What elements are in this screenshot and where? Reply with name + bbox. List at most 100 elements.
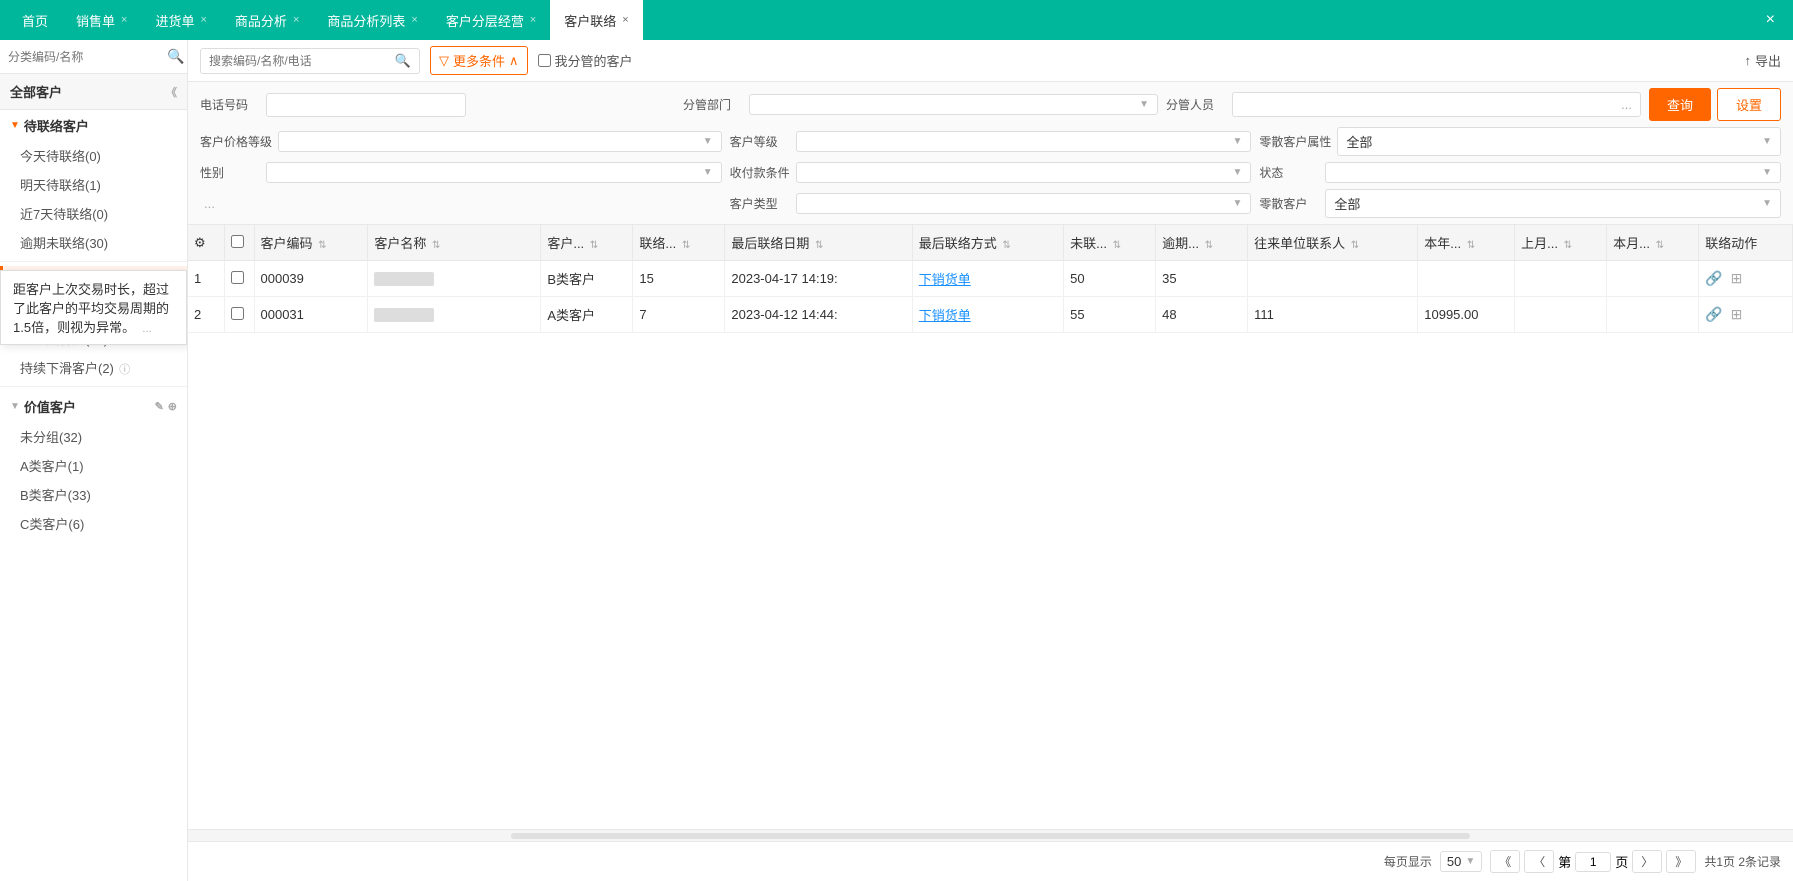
sidebar-item-declining[interactable]: 持续下滑客户(2) ⓘ	[0, 353, 187, 382]
row2-grid-icon[interactable]: ⊞	[1731, 306, 1743, 323]
retail-customer-select[interactable]: 全部 ▼	[1325, 189, 1781, 218]
branch-person-select[interactable]: ...	[1232, 92, 1641, 117]
branch-dept-field: 分管部门 ▼	[683, 94, 1158, 115]
row2-last-method[interactable]: 下销货单	[912, 297, 1063, 333]
contact-sort-icon[interactable]: ⇅	[682, 240, 690, 251]
sidebar-group-value[interactable]: ▼ 价值客户 ✎ ⊕	[0, 391, 187, 422]
th-overdue: 逾期... ⇅	[1156, 225, 1248, 261]
row1-link-icon[interactable]: 🔗	[1705, 270, 1722, 287]
ctype-sort-icon[interactable]: ⇅	[590, 240, 598, 251]
edit-group-icon[interactable]: ✎	[155, 400, 164, 413]
last-page-btn[interactable]: 》	[1666, 850, 1696, 873]
customer-level-select[interactable]: ▼	[796, 131, 1252, 152]
scroll-track[interactable]	[511, 833, 1469, 839]
sidebar-item-overdue[interactable]: 逾期未联络(30)	[0, 228, 187, 257]
query-button[interactable]: 查询	[1649, 88, 1711, 121]
lmonth-sort-icon[interactable]: ⇅	[1564, 240, 1572, 251]
nav-analysis-list[interactable]: 商品分析列表 ×	[313, 0, 431, 40]
close-contact-tab[interactable]: ×	[622, 14, 628, 26]
row1-select[interactable]	[231, 271, 244, 284]
per-page-select[interactable]: 50 ▼	[1440, 851, 1482, 872]
row2-select[interactable]	[231, 307, 244, 320]
sidebar-item-7days[interactable]: 近7天待联络(0)	[0, 199, 187, 228]
tmonth-sort-icon[interactable]: ⇅	[1656, 240, 1664, 251]
page-number-input[interactable]	[1575, 852, 1611, 872]
sidebar-search-icon[interactable]: 🔍	[167, 48, 184, 65]
filter-search-icon[interactable]: 🔍	[395, 53, 411, 69]
branch-dept-select[interactable]: ▼	[749, 94, 1158, 115]
my-customer-checkbox[interactable]	[538, 54, 551, 67]
overdue-sort-icon[interactable]: ⇅	[1205, 240, 1213, 251]
name-sort-icon[interactable]: ⇅	[432, 240, 440, 251]
nav-customer-segment[interactable]: 客户分层经营 ×	[432, 0, 550, 40]
customer-type-select[interactable]: ▼	[796, 193, 1252, 214]
chevron-up-icon: ∧	[509, 53, 519, 69]
nav-home[interactable]: 首页	[8, 0, 62, 40]
sidebar-item-ungroup[interactable]: 未分组(32)	[0, 422, 187, 451]
nav-sales[interactable]: 销售单 ×	[62, 0, 141, 40]
lmethod-sort-icon[interactable]: ⇅	[1002, 240, 1010, 251]
row1-checkbox[interactable]	[224, 261, 254, 297]
retail-customer-field: 零散客户 全部 ▼	[1259, 189, 1781, 218]
sidebar-item-tomorrow[interactable]: 明天待联络(1)	[0, 170, 187, 199]
status-field: 状态 ▼	[1259, 162, 1781, 183]
branch-person-more-icon[interactable]: ...	[1621, 97, 1632, 112]
code-sort-icon[interactable]: ⇅	[318, 240, 326, 251]
more-dots-btn[interactable]: ...	[204, 196, 215, 211]
pagination-bar: 每页显示 50 ▼ 《 〈 第 页 〉 》 共1页 2条记录	[188, 841, 1793, 881]
unlinked-sort-icon[interactable]: ⇅	[1113, 240, 1121, 251]
status-select[interactable]: ▼	[1325, 162, 1781, 183]
branch-person-label: 分管人员	[1166, 96, 1226, 113]
close-sales-tab[interactable]: ×	[121, 14, 127, 26]
per-page-label: 每页显示	[1384, 853, 1432, 870]
nav-purchase[interactable]: 进货单 ×	[141, 0, 220, 40]
nav-analysis[interactable]: 商品分析 ×	[221, 0, 313, 40]
gender-select[interactable]: ▼	[266, 162, 722, 183]
year-sort-icon[interactable]: ⇅	[1467, 240, 1475, 251]
next-page-btn[interactable]: 〉	[1632, 850, 1662, 873]
phone-input[interactable]	[266, 93, 466, 117]
close-analysis-tab[interactable]: ×	[293, 14, 299, 26]
row2-method-link[interactable]: 下销货单	[919, 308, 971, 323]
select-all-checkbox[interactable]	[231, 235, 244, 248]
close-purchase-tab[interactable]: ×	[200, 14, 206, 26]
th-checkbox[interactable]	[224, 225, 254, 261]
row1-last-method[interactable]: 下销货单	[912, 261, 1063, 297]
sidebar-item-today[interactable]: 今天待联络(0)	[0, 141, 187, 170]
customer-type-down-icon: ▼	[1232, 198, 1242, 209]
filter-more-button[interactable]: ▽ 更多条件 ∧	[430, 46, 528, 75]
sidebar-search-input[interactable]	[8, 50, 163, 64]
sidebar-item-class-c[interactable]: C类客户(6)	[0, 509, 187, 538]
sidebar-group-pending[interactable]: ▼ 待联络客户	[0, 110, 187, 141]
status-down-icon: ▼	[1762, 167, 1772, 178]
close-segment-tab[interactable]: ×	[530, 14, 536, 26]
row2-checkbox[interactable]	[224, 297, 254, 333]
row2-link-icon[interactable]: 🔗	[1705, 306, 1722, 323]
settings-icon[interactable]: ⚙	[194, 235, 206, 250]
horizontal-scrollbar[interactable]	[188, 829, 1793, 841]
sidebar-collapse-icon[interactable]: 《	[166, 84, 177, 100]
settings-button[interactable]: 设置	[1717, 88, 1781, 121]
filter-search-input[interactable]	[209, 54, 391, 68]
retail-attr-select[interactable]: 全部 ▼	[1337, 127, 1781, 156]
price-level-select[interactable]: ▼	[278, 131, 722, 152]
sidebar-item-class-b[interactable]: B类客户(33)	[0, 480, 187, 509]
th-settings[interactable]: ⚙	[188, 225, 224, 261]
add-group-icon[interactable]: ⊕	[168, 400, 177, 413]
prev-page-btn[interactable]: 〈	[1524, 850, 1554, 873]
sidebar-divider-1	[0, 261, 187, 262]
person-sort-icon[interactable]: ⇅	[1351, 240, 1359, 251]
window-close-button[interactable]: ×	[1756, 11, 1785, 29]
sidebar-all-customers[interactable]: 全部客户 《	[0, 74, 187, 110]
close-analysis-list-tab[interactable]: ×	[411, 14, 417, 26]
row1-grid-icon[interactable]: ⊞	[1731, 270, 1743, 287]
export-button[interactable]: ↑ 导出	[1744, 51, 1781, 70]
row1-method-link[interactable]: 下销货单	[919, 272, 971, 287]
first-page-btn[interactable]: 《	[1490, 850, 1520, 873]
sidebar-item-class-a[interactable]: A类客户(1)	[0, 451, 187, 480]
row2-index: 2	[188, 297, 224, 333]
price-down-icon: ▼	[703, 136, 713, 147]
nav-customer-contact[interactable]: 客户联络 ×	[550, 0, 642, 40]
ldate-sort-icon[interactable]: ⇅	[815, 240, 823, 251]
payment-select[interactable]: ▼	[796, 162, 1252, 183]
